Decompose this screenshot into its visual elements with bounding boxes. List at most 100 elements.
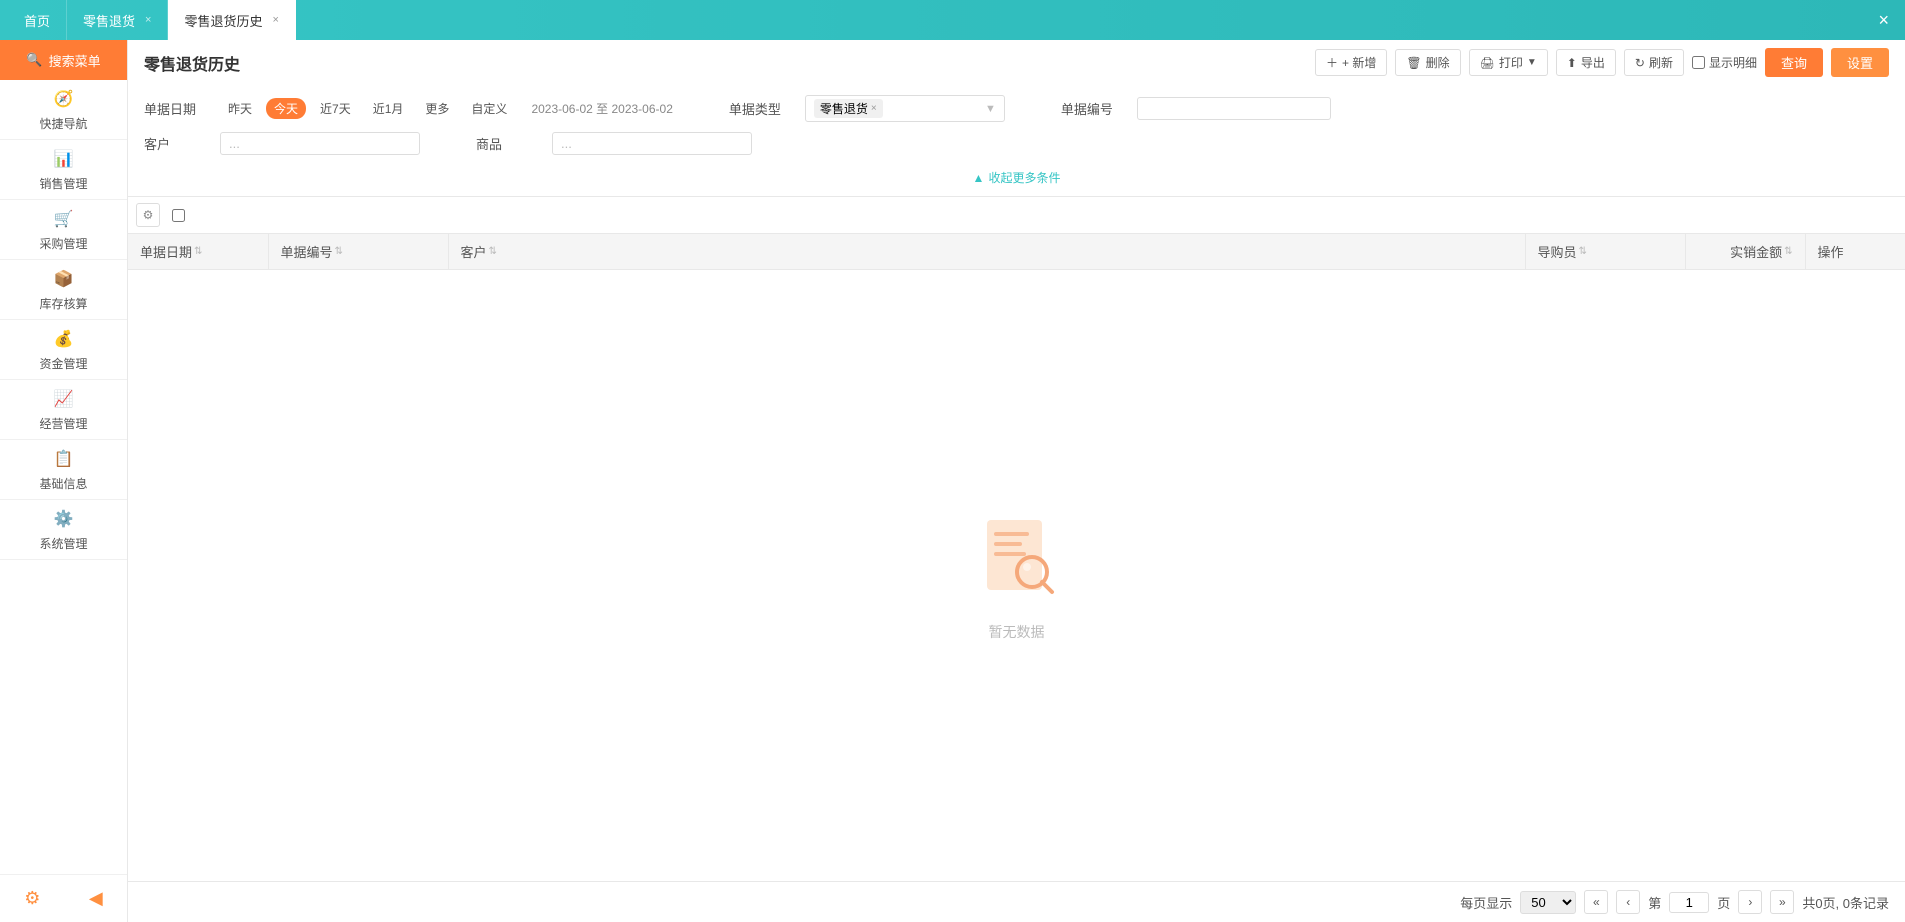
settings-bottom-icon[interactable]: ⚙ <box>24 888 40 909</box>
show-detail-checkbox-label[interactable]: 显示明细 <box>1692 54 1757 71</box>
th-customer[interactable]: 客户 ⇅ <box>448 234 1525 270</box>
select-all-checkbox[interactable] <box>172 209 185 222</box>
close-tab-retail-return[interactable]: × <box>145 14 151 26</box>
purchase-icon: 🛒 <box>52 207 76 231</box>
per-page-label: 每页显示 <box>1460 893 1512 912</box>
date-btn-7days[interactable]: 近7天 <box>312 98 359 119</box>
date-filter-label: 单据日期 <box>144 99 204 118</box>
sidebar-item-inventory[interactable]: 📦 库存核算 <box>0 260 127 320</box>
voucher-no-input[interactable] <box>1137 97 1331 120</box>
top-bar: 首页 零售退货 × 零售退货历史 × × <box>0 0 1905 40</box>
show-detail-checkbox[interactable] <box>1692 56 1705 69</box>
page-title-row: 零售退货历史 ＋ + 新增 🗑 删除 🖨 打印 ▼ <box>144 48 1889 85</box>
sidebar-item-sys-mgmt[interactable]: ⚙️ 系统管理 <box>0 500 127 560</box>
total-info: 共0页, 0条记录 <box>1802 893 1889 912</box>
th-guide[interactable]: 导购员 ⇅ <box>1525 234 1685 270</box>
date-btn-custom[interactable]: 自定义 <box>463 98 515 119</box>
voucher-no-label: 单据编号 <box>1061 99 1121 118</box>
sales-icon: 📊 <box>52 147 76 171</box>
last-page-button[interactable]: » <box>1770 890 1794 914</box>
inventory-icon: 📦 <box>52 267 76 291</box>
prev-page-button[interactable]: ‹ <box>1616 890 1640 914</box>
page-size-select[interactable]: 50 20 100 200 <box>1520 891 1576 914</box>
th-actual-amount[interactable]: 实销金额 ⇅ <box>1685 234 1805 270</box>
basic-info-icon: 📋 <box>52 447 76 471</box>
page-label: 第 <box>1648 893 1661 912</box>
app-layout: 🔍 搜索菜单 🧭 快捷导航 📊 销售管理 🛒 采购管理 📦 库存核算 💰 资金管… <box>0 40 1905 922</box>
table-container: ⚙ 单据日期 ⇅ 单据编号 <box>128 197 1905 922</box>
customer-label: 客户 <box>144 134 204 153</box>
goods-select[interactable]: ... <box>552 132 752 155</box>
table-header-row: 单据日期 ⇅ 单据编号 ⇅ 客户 <box>128 234 1905 270</box>
date-btn-1month[interactable]: 近1月 <box>365 98 412 119</box>
page-number-input[interactable] <box>1669 892 1709 913</box>
date-btn-more[interactable]: 更多 <box>417 98 457 119</box>
sidebar-search-label: 搜索菜单 <box>49 51 101 70</box>
collapse-filter-button[interactable]: ▲ 收起更多条件 <box>961 165 1073 190</box>
print-icon: 🖨 <box>1480 56 1495 70</box>
toolbar: ＋ + 新增 🗑 删除 🖨 打印 ▼ ⬆ 导出 <box>1315 48 1889 77</box>
tab-retail-return-history[interactable]: 零售退货历史 × <box>168 0 295 40</box>
delete-icon: 🗑 <box>1406 56 1421 70</box>
export-button[interactable]: ⬆ 导出 <box>1556 49 1616 76</box>
sidebar-search[interactable]: 🔍 搜索菜单 <box>0 40 127 80</box>
print-chevron-icon: ▼ <box>1527 57 1537 68</box>
goods-label: 商品 <box>476 134 536 153</box>
sidebar-item-quick-nav[interactable]: 🧭 快捷导航 <box>0 80 127 140</box>
sidebar-bottom: ⚙ ◀ <box>0 874 127 922</box>
sort-customer-icon: ⇅ <box>489 246 497 257</box>
sort-voucher-no-icon: ⇅ <box>335 246 343 257</box>
th-voucher-date[interactable]: 单据日期 ⇅ <box>128 234 268 270</box>
sort-voucher-date-icon: ⇅ <box>194 246 202 257</box>
date-quick-select: 昨天 今天 近7天 近1月 更多 自定义 <box>220 98 515 119</box>
empty-illustration <box>967 510 1067 610</box>
sidebar: 🔍 搜索菜单 🧭 快捷导航 📊 销售管理 🛒 采购管理 📦 库存核算 💰 资金管… <box>0 40 128 922</box>
quick-nav-icon: 🧭 <box>52 87 76 111</box>
tab-retail-return[interactable]: 零售退货 × <box>67 0 168 40</box>
refresh-icon: ↻ <box>1635 56 1645 70</box>
sidebar-item-purchase-mgmt[interactable]: 🛒 采购管理 <box>0 200 127 260</box>
table-toolbar: ⚙ <box>128 197 1905 234</box>
filter-row-1: 单据日期 昨天 今天 近7天 近1月 更多 自定义 2023-06-02 至 2… <box>144 95 1889 132</box>
window-close-button[interactable]: × <box>1870 10 1897 31</box>
th-operation: 操作 <box>1805 234 1905 270</box>
tab-bar: 首页 零售退货 × 零售退货历史 × <box>8 0 1870 40</box>
empty-text: 暂无数据 <box>989 622 1045 642</box>
collapse-sidebar-icon[interactable]: ◀ <box>89 888 103 909</box>
plus-icon: ＋ <box>1326 54 1338 71</box>
tab-home[interactable]: 首页 <box>8 0 67 40</box>
type-select[interactable]: 零售退货 × ▼ <box>805 95 1005 122</box>
sys-icon: ⚙️ <box>52 507 76 531</box>
customer-select[interactable]: ... <box>220 132 420 155</box>
date-btn-yesterday[interactable]: 昨天 <box>220 98 260 119</box>
table-column-settings-icon[interactable]: ⚙ <box>136 203 160 227</box>
sidebar-item-finance[interactable]: 💰 资金管理 <box>0 320 127 380</box>
type-tag: 零售退货 × <box>814 99 883 118</box>
refresh-button[interactable]: ↻ 刷新 <box>1624 49 1684 76</box>
new-button[interactable]: ＋ + 新增 <box>1315 49 1387 76</box>
sidebar-item-business[interactable]: 📈 经营管理 <box>0 380 127 440</box>
collapse-icon: ▲ <box>973 171 985 185</box>
date-btn-today[interactable]: 今天 <box>266 98 306 119</box>
type-filter-label: 单据类型 <box>729 99 789 118</box>
sort-amount-icon: ⇅ <box>1784 246 1792 257</box>
empty-state: 暂无数据 <box>128 270 1905 881</box>
type-select-chevron: ▼ <box>985 103 996 115</box>
query-button[interactable]: 查询 <box>1765 48 1823 77</box>
search-icon: 🔍 <box>26 52 42 68</box>
export-icon: ⬆ <box>1567 56 1577 70</box>
sidebar-item-sales-mgmt[interactable]: 📊 销售管理 <box>0 140 127 200</box>
setting-button[interactable]: 设置 <box>1831 48 1889 77</box>
type-tag-close[interactable]: × <box>871 103 877 114</box>
page-unit-label: 页 <box>1717 893 1730 912</box>
first-page-button[interactable]: « <box>1584 890 1608 914</box>
data-table: 单据日期 ⇅ 单据编号 ⇅ 客户 <box>128 234 1905 270</box>
th-voucher-no[interactable]: 单据编号 ⇅ <box>268 234 448 270</box>
next-page-button[interactable]: › <box>1738 890 1762 914</box>
filter-area: 单据日期 昨天 今天 近7天 近1月 更多 自定义 2023-06-02 至 2… <box>144 85 1889 196</box>
delete-button[interactable]: 🗑 删除 <box>1395 49 1460 76</box>
close-tab-history[interactable]: × <box>272 14 278 26</box>
print-button[interactable]: 🖨 打印 ▼ <box>1469 49 1548 76</box>
sidebar-item-basic-info[interactable]: 📋 基础信息 <box>0 440 127 500</box>
pagination: 每页显示 50 20 100 200 « ‹ 第 页 › » 共0页, 0条记录 <box>128 881 1905 922</box>
